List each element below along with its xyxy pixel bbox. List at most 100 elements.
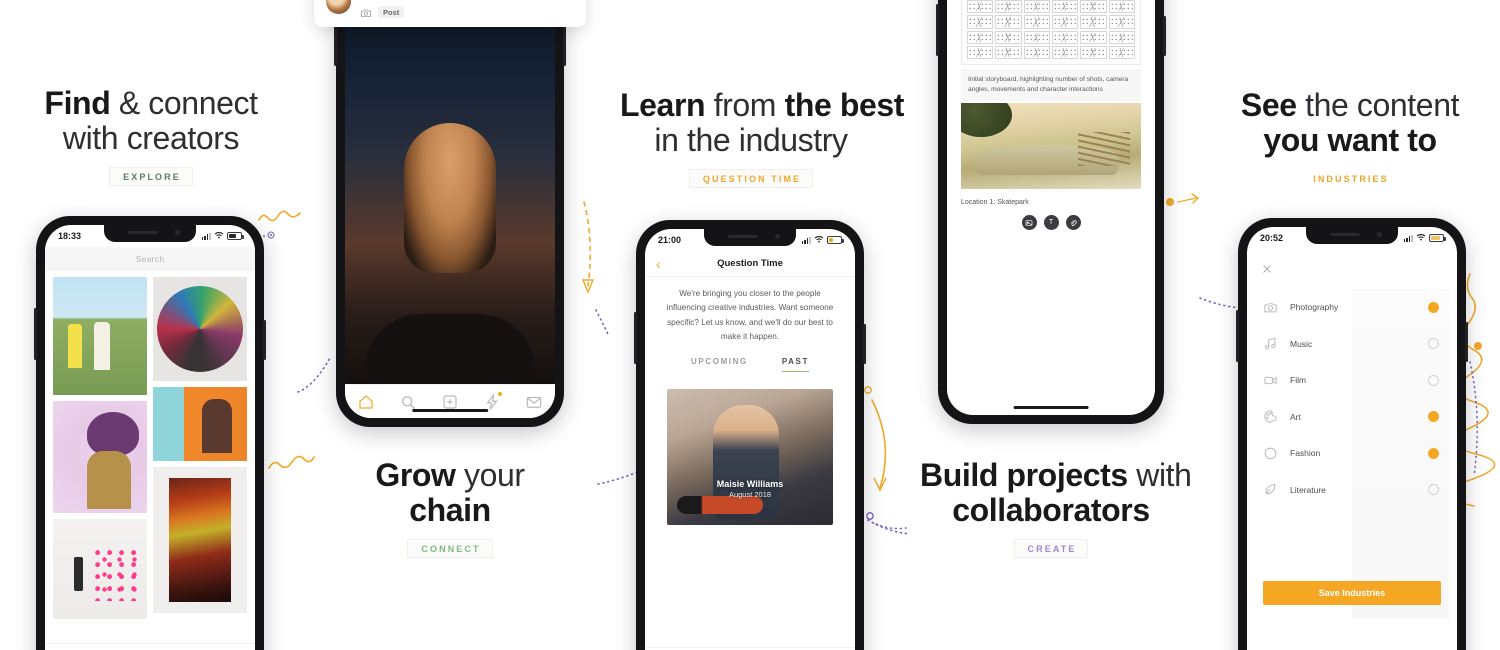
storyboard-frame [995,0,1022,14]
industry-toggle[interactable] [1428,411,1439,423]
industry-row-music[interactable]: Music [1247,326,1457,363]
hanger-icon [1263,446,1278,461]
interview-card[interactable]: Maisie Williams August 2018 [667,389,833,525]
skatepark-render-photo[interactable] [961,103,1141,189]
headline-learn: Learn from the best in the industry QUES… [620,87,904,189]
industry-row-film[interactable]: Film [1247,362,1457,399]
industry-row-fashion[interactable]: Fashion [1247,435,1457,472]
notification-card[interactable]: Rosie Matheson @rosie 1m ••• Post [314,0,586,27]
interview-name: Maisie Williams [716,479,784,489]
headline-build: Build projects with collaborators CREATE [920,457,1192,559]
storyboard-frames [967,0,1135,59]
palette-icon [1263,409,1278,424]
bottom-tab-bar [45,643,255,650]
grid-tile-pink-dots-wall-photo[interactable] [53,519,147,619]
promo-stage: Find & connect with creators EXPLORE Lea… [0,0,1500,650]
badge-explore[interactable]: EXPLORE [109,167,193,187]
industry-label: Fashion [1290,448,1321,459]
grid-tile-fire-abstract-painting[interactable] [153,467,247,613]
phone-industries: 20:52 Photography Music Film Art Fashion… [1236,218,1468,650]
phone-explore: 18:33 Search [34,216,266,650]
storyboard-frame [1052,15,1079,29]
notification-user-name: Rosie Matheson [360,0,437,2]
dot-circle-marker-1 [262,230,276,240]
wifi-icon [214,231,224,241]
tab-upcoming[interactable]: UPCOMING [691,357,748,372]
storyboard-frame [1052,45,1079,59]
storyboard-frame [1023,30,1050,44]
camera-icon [1263,300,1278,315]
badge-connect[interactable]: CONNECT [407,539,493,559]
explore-screen: 18:33 Search [45,225,255,650]
notch [104,225,196,242]
headline-grow-bold: Grow [375,457,456,493]
storyboard-grid[interactable] [961,0,1141,65]
badge-create[interactable]: CREATE [1013,539,1089,559]
industry-toggle[interactable] [1428,374,1439,386]
image-icon[interactable] [1021,215,1037,230]
headline-see-line2: you want to [1263,122,1437,159]
phone-question-time: 21:00 ‹ Question Time We're bringing you… [634,220,866,650]
add-post-icon[interactable] [441,393,459,411]
tab-past[interactable]: PAST [781,357,809,372]
grid-tile-orange-wall-portrait-photo[interactable] [153,387,247,461]
project-screen: Publish Animation Project - 2018 [947,0,1155,415]
project-tools: T [947,215,1155,230]
industry-toggle[interactable] [1428,484,1439,496]
storyboard-frame [1080,0,1107,14]
storyboard-frame [1108,30,1135,44]
status-time: 21:00 [658,235,682,245]
battery-icon [827,236,844,244]
grid-tile-circular-abstract-painting[interactable] [153,277,247,381]
feed-screen: d QT ALL CHAIN [345,0,555,418]
storyboard-caption: Initial storyboard, highlighting number … [961,69,1141,102]
dotted-path-build [866,516,912,538]
hero-portrait [404,122,496,273]
industry-row-art[interactable]: Art [1247,399,1457,436]
squiggle-top-left [258,210,306,224]
industry-toggle[interactable] [1428,338,1439,350]
industry-row-photography[interactable]: Photography [1247,289,1457,326]
storyboard-frame [1108,0,1135,14]
back-icon[interactable]: ‹ [656,257,661,271]
headline-learn-bold: Learn [620,87,706,123]
messages-icon[interactable] [525,393,543,411]
status-time: 18:33 [58,231,82,241]
notification-avatar [326,0,351,14]
text-icon[interactable]: T [1043,215,1059,230]
camera-icon [360,6,372,18]
question-time-tabs: UPCOMING PAST [645,357,855,372]
industry-toggle[interactable] [1428,301,1439,313]
bolt-icon[interactable] [483,391,502,411]
feed-hero-photo[interactable] [345,11,555,384]
dot-circle-marker-3 [1470,338,1486,354]
save-industries-button[interactable]: Save Industries [1263,581,1441,605]
interview-date: August 2018 [728,490,772,499]
industry-row-literature[interactable]: Literature [1247,472,1457,509]
home-icon[interactable] [357,393,375,411]
storyboard-frame [995,15,1022,29]
headline-see-light: the content [1305,87,1460,123]
grid-tile-portrait-purple-hair-photo[interactable] [53,401,147,513]
hero-shoulder [365,314,535,384]
storyboard-frame [1108,15,1135,29]
industry-toggle[interactable] [1428,447,1439,459]
status-time: 20:52 [1260,233,1284,243]
more-options-icon[interactable]: ••• [558,0,574,1]
search-input[interactable]: Search [45,247,255,271]
bottom-tab-bar [345,384,555,418]
storyboard-frame [967,45,994,59]
storyboard-frame [967,15,994,29]
grid-tile-festival-photo[interactable] [53,277,147,395]
arrow-curve-feed-to-question [578,200,612,340]
headline-find: Find & connect with creators EXPLORE [20,85,282,187]
badge-question-time[interactable]: QUESTION TIME [688,169,814,189]
badge-industries[interactable]: INDUSTRIES [1299,169,1401,188]
search-icon[interactable] [399,393,417,411]
close-icon[interactable] [1261,263,1273,275]
attachment-icon[interactable] [1065,215,1081,230]
squiggle-left-lower [268,455,316,471]
headline-see-bold: See [1240,87,1297,123]
storyboard-frame [967,30,994,44]
home-indicator [1013,406,1089,409]
